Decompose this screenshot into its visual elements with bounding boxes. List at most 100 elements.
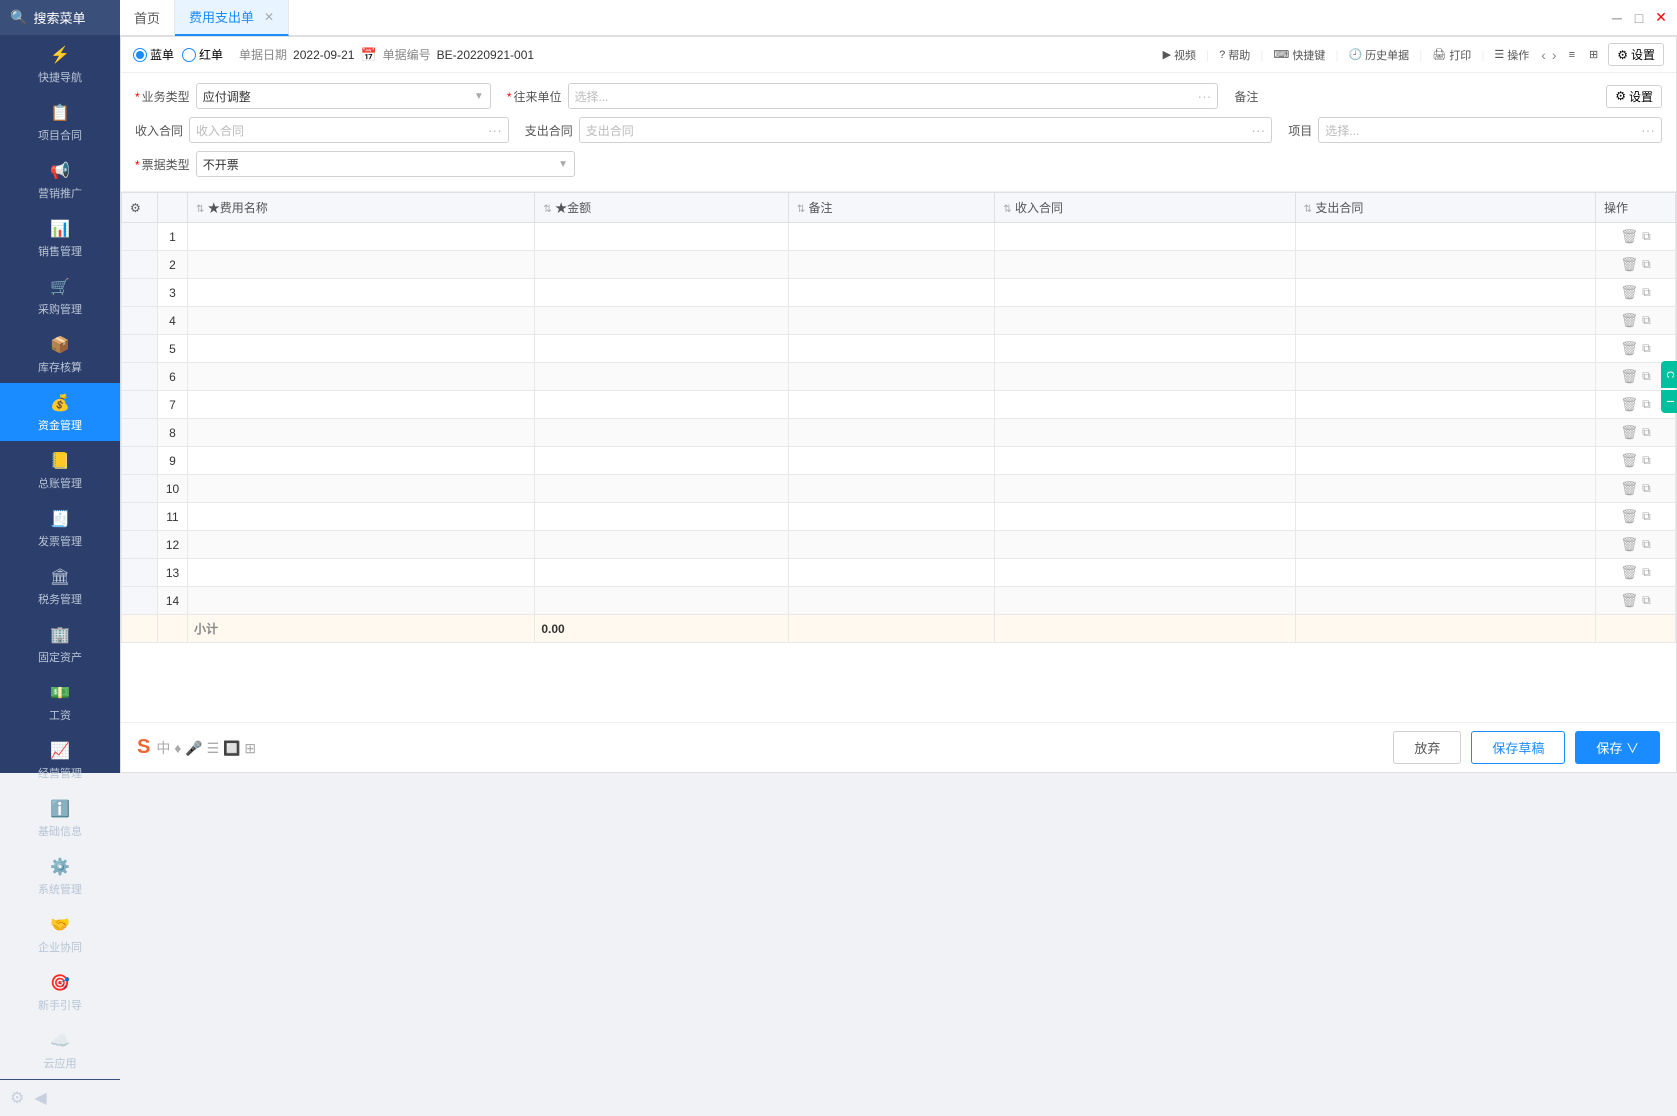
row-delete-10[interactable]: 🗑 [1620,480,1638,497]
row-expense-contract-6[interactable] [1295,363,1595,391]
action-operation[interactable]: ☰ 操作 [1490,45,1533,65]
row-delete-7[interactable]: 🗑 [1620,396,1638,413]
nav-next[interactable]: › [1550,45,1559,65]
row-delete-6[interactable]: 🗑 [1620,368,1638,385]
row-income-contract-9[interactable] [995,447,1295,475]
row-expense-contract-12[interactable] [1295,531,1595,559]
row-expense-contract-10[interactable] [1295,475,1595,503]
row-income-contract-2[interactable] [995,251,1295,279]
sidebar-item-sales-promo[interactable]: 📢 营销推广 [0,151,120,209]
sidebar-item-fixed-assets[interactable]: 🏢 固定资产 [0,615,120,673]
col-expense-contract[interactable]: ⇅ 支出合同 [1295,193,1595,223]
row-expense-name-12[interactable] [188,531,535,559]
row-expense-name-11[interactable] [188,503,535,531]
row-copy-7[interactable]: ⧉ [1642,397,1651,412]
row-expense-contract-7[interactable] [1295,391,1595,419]
row-remark-1[interactable] [788,223,994,251]
partner-input[interactable]: 选择... ··· [568,83,1219,109]
row-expense-name-2[interactable] [188,251,535,279]
tab-expense-close[interactable]: ✕ [264,10,274,24]
save-button[interactable]: 保存 ∨ [1575,731,1660,764]
row-amount-1[interactable] [535,223,788,251]
action-history[interactable]: 🕘 历史单据 [1344,45,1413,65]
row-copy-2[interactable]: ⧉ [1642,257,1651,272]
list-view-btn[interactable]: ≡ [1565,47,1579,63]
tab-home[interactable]: 首页 [120,0,175,36]
row-delete-3[interactable]: 🗑 [1620,284,1638,301]
sidebar-item-quick-nav[interactable]: ⚡ 快捷导航 [0,35,120,93]
tab-expense[interactable]: 费用支出单 ✕ [175,0,289,36]
row-remark-13[interactable] [788,559,994,587]
row-income-contract-13[interactable] [995,559,1295,587]
income-contract-dots[interactable]: ··· [488,122,502,138]
row-expense-name-9[interactable] [188,447,535,475]
row-amount-14[interactable] [535,587,788,615]
row-expense-name-6[interactable] [188,363,535,391]
sidebar-item-payroll[interactable]: 💵 工资 [0,673,120,731]
row-delete-8[interactable]: 🗑 [1620,424,1638,441]
row-amount-7[interactable] [535,391,788,419]
row-amount-10[interactable] [535,475,788,503]
row-remark-10[interactable] [788,475,994,503]
radio-red-dot[interactable] [182,48,196,62]
row-expense-name-13[interactable] [188,559,535,587]
col-gear[interactable]: ⚙ [122,193,158,223]
row-expense-contract-9[interactable] [1295,447,1595,475]
row-income-contract-5[interactable] [995,335,1295,363]
row-delete-12[interactable]: 🗑 [1620,536,1638,553]
calendar-icon[interactable]: 📅 [360,47,376,63]
sidebar-item-inventory[interactable]: 📦 库存核算 [0,325,120,383]
sidebar-item-purchase-mgmt[interactable]: 🛒 采购管理 [0,267,120,325]
row-income-contract-14[interactable] [995,587,1295,615]
row-amount-8[interactable] [535,419,788,447]
income-contract-input[interactable]: 收入合同 ··· [189,117,509,143]
expense-contract-dots[interactable]: ··· [1251,122,1265,138]
row-remark-6[interactable] [788,363,994,391]
row-amount-6[interactable] [535,363,788,391]
row-amount-13[interactable] [535,559,788,587]
sidebar-item-cloud-apps[interactable]: ☁️ 云应用 [0,1021,120,1079]
row-expense-contract-13[interactable] [1295,559,1595,587]
row-remark-8[interactable] [788,419,994,447]
sidebar-item-sys-mgmt[interactable]: ⚙️ 系统管理 [0,847,120,905]
right-btn-top[interactable]: C [1661,360,1677,387]
action-print[interactable]: 🖨 打印 [1428,45,1475,65]
row-copy-13[interactable]: ⧉ [1642,565,1651,580]
row-remark-9[interactable] [788,447,994,475]
row-copy-14[interactable]: ⧉ [1642,593,1651,608]
row-income-contract-10[interactable] [995,475,1295,503]
row-remark-5[interactable] [788,335,994,363]
nav-prev[interactable]: ‹ [1539,45,1548,65]
sidebar-item-accounting[interactable]: 📒 总账管理 [0,441,120,499]
row-amount-5[interactable] [535,335,788,363]
row-expense-name-8[interactable] [188,419,535,447]
expense-contract-input[interactable]: 支出合同 ··· [579,117,1272,143]
row-remark-7[interactable] [788,391,994,419]
invoice-type-input[interactable]: 不开票 ▼ [196,151,575,177]
row-remark-11[interactable] [788,503,994,531]
draft-button[interactable]: 保存草稿 [1471,731,1565,764]
row-copy-12[interactable]: ⧉ [1642,537,1651,552]
volume-icon[interactable]: ◀ [34,1088,46,1108]
row-income-contract-6[interactable] [995,363,1295,391]
win-maximize[interactable]: □ [1631,10,1647,26]
row-copy-6[interactable]: ⧉ [1642,369,1651,384]
row-remark-4[interactable] [788,307,994,335]
set-button[interactable]: ⚙ 设置 [1608,43,1664,66]
row-expense-contract-11[interactable] [1295,503,1595,531]
row-amount-12[interactable] [535,531,788,559]
sidebar-item-new-guide[interactable]: 🎯 新手引导 [0,963,120,1021]
row-delete-9[interactable]: 🗑 [1620,452,1638,469]
row-expense-name-1[interactable] [188,223,535,251]
row-expense-contract-14[interactable] [1295,587,1595,615]
row-expense-contract-1[interactable] [1295,223,1595,251]
row-delete-5[interactable]: 🗑 [1620,340,1638,357]
radio-red-label[interactable]: 红单 [182,46,223,63]
sidebar-item-project-contract[interactable]: 📋 项目合同 [0,93,120,151]
row-expense-name-7[interactable] [188,391,535,419]
settings-icon[interactable]: ⚙ [10,1088,24,1108]
form-set-button[interactable]: ⚙ 设置 [1606,85,1662,108]
row-amount-2[interactable] [535,251,788,279]
row-copy-11[interactable]: ⧉ [1642,509,1651,524]
win-close[interactable]: ✕ [1653,10,1669,26]
